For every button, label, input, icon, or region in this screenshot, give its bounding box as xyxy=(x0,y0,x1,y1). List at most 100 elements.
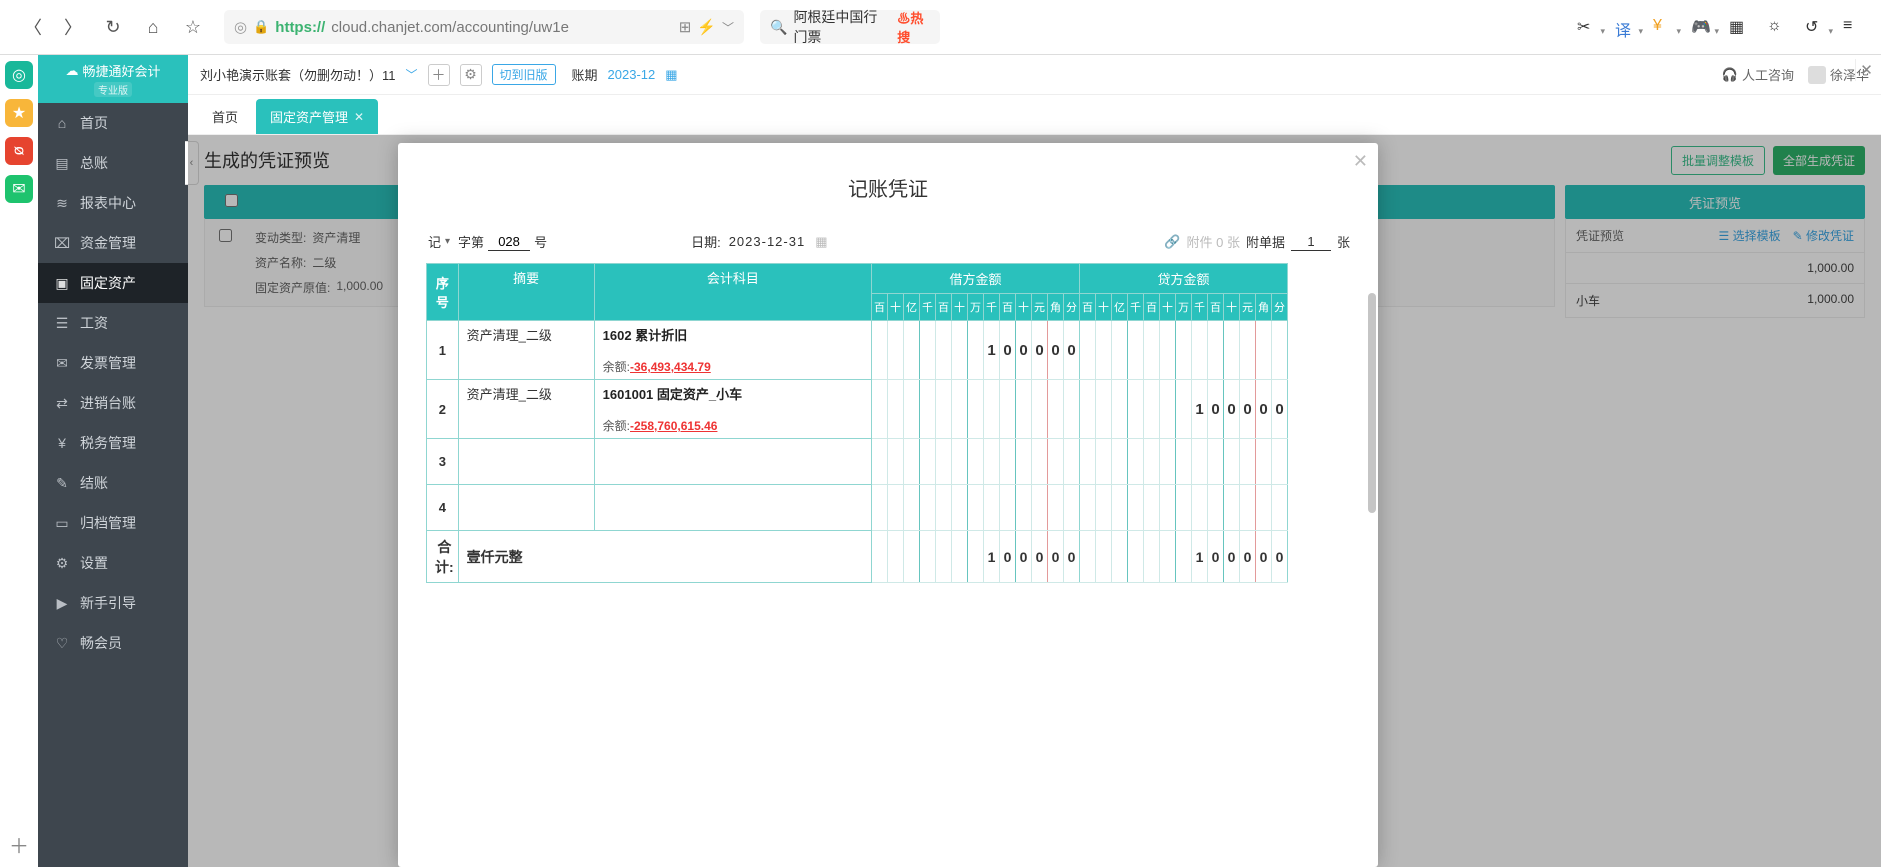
digit-cell[interactable]: 0 xyxy=(1207,380,1223,439)
game-icon[interactable]: 🎮▾ xyxy=(1691,17,1711,37)
digit-cell[interactable] xyxy=(1223,485,1239,531)
digit-cell[interactable] xyxy=(1095,380,1111,439)
brightness-icon[interactable]: ☼ xyxy=(1767,17,1787,37)
digit-cell[interactable] xyxy=(1271,485,1287,531)
digit-cell[interactable] xyxy=(1191,321,1207,380)
digit-cell[interactable] xyxy=(1079,531,1095,583)
sidebar-item-0[interactable]: ⌂首页 xyxy=(38,103,188,143)
sidebar-item-6[interactable]: ✉发票管理 xyxy=(38,343,188,383)
digit-cell[interactable]: 0 xyxy=(1031,321,1047,380)
digit-cell[interactable] xyxy=(1159,531,1175,583)
digit-cell[interactable] xyxy=(871,321,887,380)
digit-cell[interactable] xyxy=(983,380,999,439)
digit-cell[interactable] xyxy=(1047,439,1063,485)
brand[interactable]: ☁畅捷通好会计 专业版 xyxy=(38,55,188,103)
sidebar-item-5[interactable]: ☰工资 xyxy=(38,303,188,343)
menu-icon[interactable]: ≡ xyxy=(1843,17,1863,37)
row-account[interactable]: 1601001 固定资产_小车余额:-258,760,615.46 xyxy=(594,380,871,439)
digit-cell[interactable] xyxy=(1159,485,1175,531)
digit-cell[interactable] xyxy=(1095,531,1111,583)
rail-app-3[interactable]: ᴓ xyxy=(5,137,33,165)
digit-cell[interactable] xyxy=(1175,531,1191,583)
digit-cell[interactable] xyxy=(951,531,967,583)
digit-cell[interactable] xyxy=(951,485,967,531)
digit-cell[interactable] xyxy=(1079,321,1095,380)
digit-cell[interactable] xyxy=(1111,531,1127,583)
digit-cell[interactable]: 1 xyxy=(983,531,999,583)
row-account[interactable] xyxy=(594,439,871,485)
row-summary[interactable] xyxy=(458,439,594,485)
digit-cell[interactable] xyxy=(903,439,919,485)
rail-add-icon[interactable]: ＋ xyxy=(9,830,29,859)
digit-cell[interactable] xyxy=(887,485,903,531)
digit-cell[interactable]: 0 xyxy=(1271,380,1287,439)
digit-cell[interactable] xyxy=(1239,439,1255,485)
digit-cell[interactable] xyxy=(1159,380,1175,439)
digit-cell[interactable] xyxy=(1127,531,1143,583)
digit-cell[interactable] xyxy=(999,485,1015,531)
digit-cell[interactable] xyxy=(1239,321,1255,380)
sidebar-item-10[interactable]: ▭归档管理 xyxy=(38,503,188,543)
digit-cell[interactable] xyxy=(1079,485,1095,531)
digit-cell[interactable] xyxy=(871,380,887,439)
digit-cell[interactable] xyxy=(983,485,999,531)
digit-cell[interactable]: 0 xyxy=(1063,531,1079,583)
account-settings-btn[interactable]: ⚙ xyxy=(460,64,482,86)
reload-icon[interactable]: ↻ xyxy=(102,16,124,38)
sidebar-item-8[interactable]: ¥税务管理 xyxy=(38,423,188,463)
digit-cell[interactable]: 0 xyxy=(1223,380,1239,439)
sidebar-item-13[interactable]: ♡畅会员 xyxy=(38,623,188,663)
digit-cell[interactable] xyxy=(1047,485,1063,531)
digit-cell[interactable] xyxy=(871,531,887,583)
digit-cell[interactable] xyxy=(1127,439,1143,485)
sidebar-item-11[interactable]: ⚙设置 xyxy=(38,543,188,583)
digit-cell[interactable]: 0 xyxy=(999,321,1015,380)
digit-cell[interactable] xyxy=(1047,380,1063,439)
digit-cell[interactable] xyxy=(1111,380,1127,439)
digit-cell[interactable]: 0 xyxy=(1223,531,1239,583)
digit-cell[interactable] xyxy=(1175,485,1191,531)
digit-cell[interactable] xyxy=(1015,485,1031,531)
scroll-thumb[interactable] xyxy=(1368,293,1376,513)
digit-cell[interactable] xyxy=(919,321,935,380)
digit-cell[interactable]: 1 xyxy=(1191,380,1207,439)
digit-cell[interactable] xyxy=(1207,439,1223,485)
digit-cell[interactable] xyxy=(1175,380,1191,439)
digit-cell[interactable] xyxy=(999,439,1015,485)
digit-cell[interactable] xyxy=(1175,439,1191,485)
sidebar-item-12[interactable]: ▶新手引导 xyxy=(38,583,188,623)
digit-cell[interactable]: 0 xyxy=(1271,531,1287,583)
digit-cell[interactable] xyxy=(951,439,967,485)
digit-cell[interactable] xyxy=(1095,321,1111,380)
calendar-icon[interactable]: ▦ xyxy=(815,234,827,250)
digit-cell[interactable] xyxy=(1079,380,1095,439)
digit-cell[interactable] xyxy=(1111,485,1127,531)
digit-cell[interactable] xyxy=(1063,485,1079,531)
calendar-icon[interactable]: ▦ xyxy=(665,67,677,83)
digit-cell[interactable] xyxy=(919,439,935,485)
digit-cell[interactable] xyxy=(1175,321,1191,380)
digit-cell[interactable] xyxy=(871,439,887,485)
digit-cell[interactable] xyxy=(1255,485,1271,531)
digit-cell[interactable]: 0 xyxy=(1063,321,1079,380)
service-link[interactable]: 🎧人工咨询 xyxy=(1722,65,1794,84)
qr-icon[interactable]: ⊞ xyxy=(679,18,692,36)
digit-cell[interactable] xyxy=(1191,439,1207,485)
digit-cell[interactable] xyxy=(1015,380,1031,439)
digit-cell[interactable] xyxy=(887,531,903,583)
digit-cell[interactable] xyxy=(1271,439,1287,485)
digit-cell[interactable] xyxy=(1255,439,1271,485)
url-bar[interactable]: ◎ 🔒 https://cloud.chanjet.com/accounting… xyxy=(224,10,744,44)
back-icon[interactable]: 〈 xyxy=(22,16,44,38)
add-account-btn[interactable]: ＋ xyxy=(428,64,450,86)
period-value[interactable]: 2023-12 xyxy=(608,67,656,82)
digit-cell[interactable]: 0 xyxy=(1239,380,1255,439)
digit-cell[interactable]: 0 xyxy=(1255,531,1271,583)
rail-app-1[interactable]: ◎ xyxy=(5,61,33,89)
star-icon[interactable]: ☆ xyxy=(182,16,204,38)
digit-cell[interactable] xyxy=(1159,321,1175,380)
digit-cell[interactable]: 0 xyxy=(1047,531,1063,583)
row-account[interactable] xyxy=(594,485,871,531)
digit-cell[interactable] xyxy=(1031,380,1047,439)
digit-cell[interactable] xyxy=(1063,439,1079,485)
